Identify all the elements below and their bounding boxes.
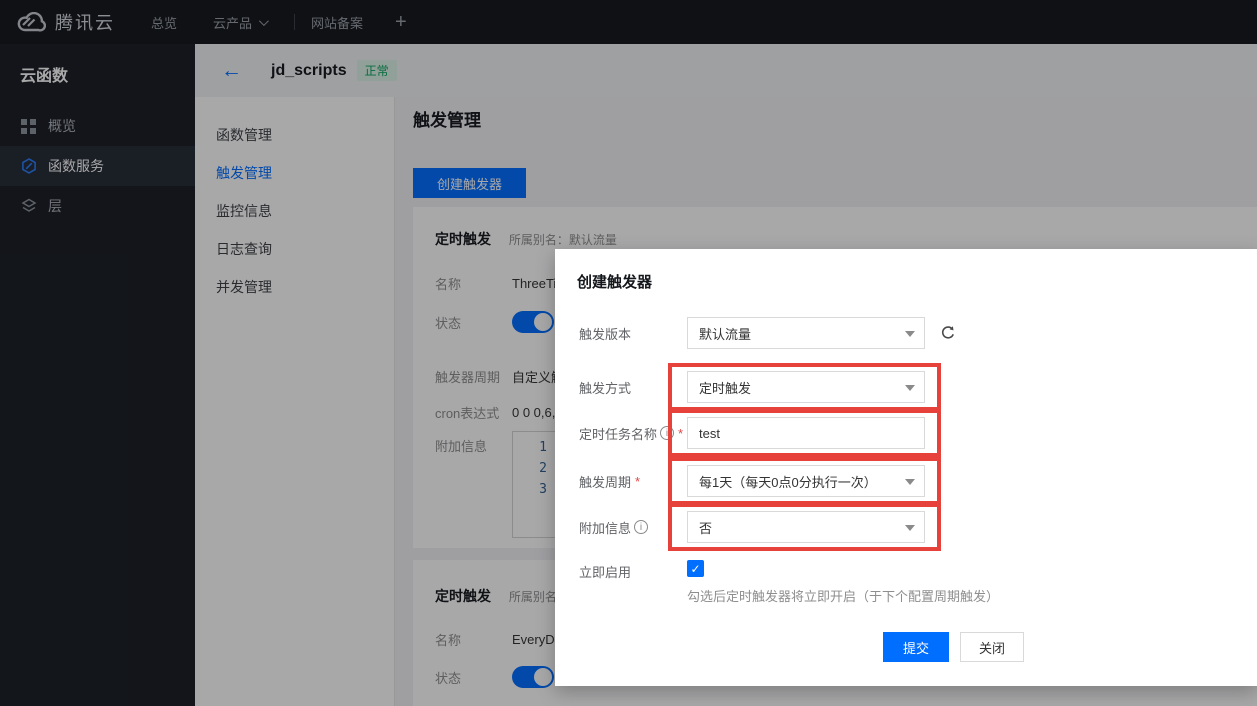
submit-button[interactable]: 提交 [883,632,949,662]
extra-info-label: 附加信息 i [579,518,687,537]
version-label: 触发版本 [579,324,687,343]
chevron-down-icon [905,331,915,337]
close-button[interactable]: 关闭 [960,632,1024,662]
tencent-cloud-console: 腾讯云 总览 云产品 网站备案 + 云函数 概览 [0,0,1257,706]
chevron-down-icon [905,479,915,485]
task-name-label: 定时任务名称 i * [579,424,687,443]
task-name-input[interactable] [687,417,925,449]
method-label: 触发方式 [579,378,687,397]
check-icon: ✓ [690,562,700,576]
info-icon: i [634,520,648,534]
refresh-icon[interactable] [940,325,956,341]
trigger-cycle-select[interactable]: 每1天（每天0点0分执行一次） [687,465,925,497]
required-mark: * [678,426,683,441]
create-trigger-modal: 创建触发器 触发版本 默认流量 触发方式 定时触发 [555,249,1257,686]
enable-help-text: 勾选后定时触发器将立即开启（于下个配置周期触发） [687,586,999,605]
modal-title: 创建触发器 [577,271,652,292]
version-select[interactable]: 默认流量 [687,317,925,349]
trigger-method-select[interactable]: 定时触发 [687,371,925,403]
chevron-down-icon [905,525,915,531]
enable-label: 立即启用 [579,562,631,581]
enable-checkbox[interactable]: ✓ [687,560,704,577]
chevron-down-icon [905,385,915,391]
cycle-label: 触发周期 * [579,472,687,491]
info-icon: i [660,426,674,440]
extra-info-select[interactable]: 否 [687,511,925,543]
required-mark: * [635,474,640,489]
